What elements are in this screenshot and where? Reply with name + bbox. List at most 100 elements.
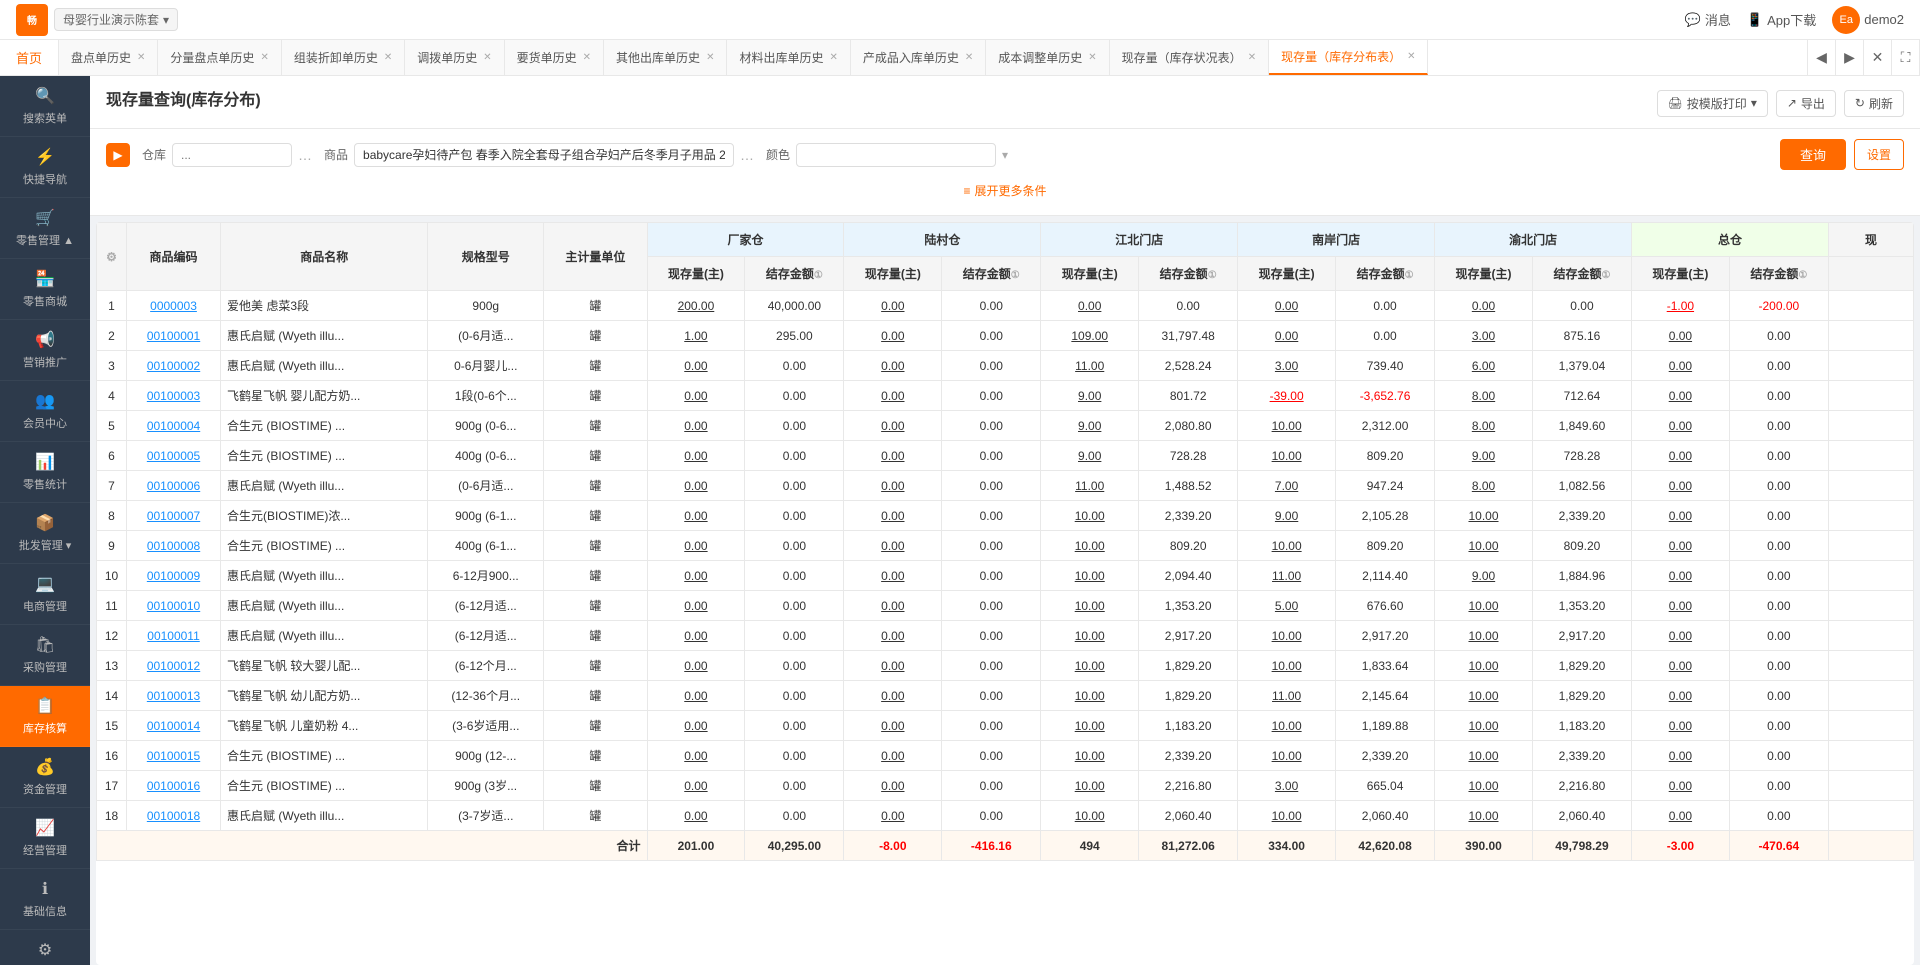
tab-diaobolan[interactable]: 调拨单历史 ✕: [405, 40, 504, 75]
cell-lucun-qty[interactable]: 0.00: [844, 531, 942, 561]
cell-jiangbei-qty[interactable]: 10.00: [1041, 501, 1139, 531]
cell-nanan-qty[interactable]: 9.00: [1238, 501, 1336, 531]
cell-yubei-qty[interactable]: 6.00: [1435, 351, 1533, 381]
tab-kucunzhuangkuang[interactable]: 现存量（库存状况表） ✕: [1110, 40, 1269, 75]
sidebar-item-ecommerce[interactable]: 💻 电商管理: [0, 564, 90, 625]
cell-nanan-qty[interactable]: 10.00: [1238, 741, 1336, 771]
cell-factory-qty[interactable]: 0.00: [647, 561, 745, 591]
sidebar-item-wholesale[interactable]: 📦 批发管理 ▾: [0, 503, 90, 564]
cell-nanan-qty[interactable]: 0.00: [1238, 321, 1336, 351]
cell-nanan-qty[interactable]: 11.00: [1238, 681, 1336, 711]
cell-total-qty[interactable]: 0.00: [1632, 621, 1730, 651]
sidebar-item-base-info[interactable]: ℹ 基础信息: [0, 869, 90, 930]
info-icon-1[interactable]: ①: [814, 270, 823, 281]
cell-total-qty[interactable]: 0.00: [1632, 741, 1730, 771]
cell-jiangbei-qty[interactable]: 10.00: [1041, 801, 1139, 831]
cell-lucun-qty[interactable]: 0.00: [844, 381, 942, 411]
sidebar-item-finance[interactable]: 💰 资金管理: [0, 747, 90, 808]
cell-factory-qty[interactable]: 0.00: [647, 681, 745, 711]
cell-factory-qty[interactable]: 0.00: [647, 651, 745, 681]
cell-nanan-qty[interactable]: 10.00: [1238, 711, 1336, 741]
cell-code[interactable]: 00100004: [127, 411, 221, 441]
cell-yubei-qty[interactable]: 8.00: [1435, 381, 1533, 411]
tab-next-btn[interactable]: ▶: [1836, 40, 1864, 76]
cell-factory-qty[interactable]: 0.00: [647, 531, 745, 561]
cell-nanan-qty[interactable]: 11.00: [1238, 561, 1336, 591]
cell-yubei-qty[interactable]: 10.00: [1435, 591, 1533, 621]
cell-jiangbei-qty[interactable]: 10.00: [1041, 741, 1139, 771]
sidebar-item-inventory[interactable]: 📋 库存核算: [0, 686, 90, 747]
info-icon-2[interactable]: ①: [1011, 270, 1020, 281]
sidebar-item-biz-mgmt[interactable]: 📈 经营管理: [0, 808, 90, 869]
cell-total-qty[interactable]: 0.00: [1632, 801, 1730, 831]
cell-factory-qty[interactable]: 0.00: [647, 711, 745, 741]
cell-lucun-qty[interactable]: 0.00: [844, 681, 942, 711]
cell-total-qty[interactable]: 0.00: [1632, 591, 1730, 621]
close-tab-chanchenpin[interactable]: ✕: [965, 52, 973, 63]
goods-input[interactable]: [354, 143, 734, 167]
tab-zuzhuang[interactable]: 组装折卸单历史 ✕: [282, 40, 405, 75]
tab-qitachuku[interactable]: 其他出库单历史 ✕: [604, 40, 727, 75]
sidebar-item-purchase[interactable]: 🛍 采购管理: [0, 625, 90, 686]
cell-code[interactable]: 00100003: [127, 381, 221, 411]
cell-nanan-qty[interactable]: 10.00: [1238, 531, 1336, 561]
cell-factory-qty[interactable]: 0.00: [647, 411, 745, 441]
cell-jiangbei-qty[interactable]: 0.00: [1041, 291, 1139, 321]
cell-factory-qty[interactable]: 200.00: [647, 291, 745, 321]
tab-cailiaochuku[interactable]: 材料出库单历史 ✕: [727, 40, 850, 75]
refresh-btn[interactable]: ↻ 刷新: [1844, 90, 1904, 117]
cell-jiangbei-qty[interactable]: 10.00: [1041, 561, 1139, 591]
cell-factory-qty[interactable]: 0.00: [647, 771, 745, 801]
cell-lucun-qty[interactable]: 0.00: [844, 501, 942, 531]
tab-prev-btn[interactable]: ◀: [1808, 40, 1836, 76]
cell-factory-qty[interactable]: 0.00: [647, 501, 745, 531]
cell-yubei-qty[interactable]: 9.00: [1435, 441, 1533, 471]
cell-code[interactable]: 00100016: [127, 771, 221, 801]
cell-lucun-qty[interactable]: 0.00: [844, 441, 942, 471]
warehouse-input[interactable]: [172, 143, 292, 167]
cell-lucun-qty[interactable]: 0.00: [844, 621, 942, 651]
close-tab-yaohuo[interactable]: ✕: [583, 52, 591, 63]
cell-nanan-qty[interactable]: 0.00: [1238, 291, 1336, 321]
cell-jiangbei-qty[interactable]: 10.00: [1041, 621, 1139, 651]
app-download-btn[interactable]: 📱 App下载: [1747, 10, 1816, 29]
cell-total-qty[interactable]: 0.00: [1632, 651, 1730, 681]
cell-code[interactable]: 00100001: [127, 321, 221, 351]
info-icon-3[interactable]: ①: [1208, 270, 1217, 281]
cell-nanan-qty[interactable]: 3.00: [1238, 351, 1336, 381]
cell-code[interactable]: 00100002: [127, 351, 221, 381]
cell-yubei-qty[interactable]: 10.00: [1435, 621, 1533, 651]
cell-jiangbei-qty[interactable]: 10.00: [1041, 771, 1139, 801]
cell-factory-qty[interactable]: 1.00: [647, 321, 745, 351]
sidebar-item-marketing[interactable]: 📢 营销推广: [0, 320, 90, 381]
cell-yubei-qty[interactable]: 10.00: [1435, 651, 1533, 681]
industry-selector[interactable]: 母婴行业演示陈套 ▾: [54, 8, 178, 31]
cell-lucun-qty[interactable]: 0.00: [844, 801, 942, 831]
cell-lucun-qty[interactable]: 0.00: [844, 471, 942, 501]
cell-yubei-qty[interactable]: 10.00: [1435, 501, 1533, 531]
cell-total-qty[interactable]: 0.00: [1632, 441, 1730, 471]
cell-jiangbei-qty[interactable]: 9.00: [1041, 411, 1139, 441]
cell-factory-qty[interactable]: 0.00: [647, 591, 745, 621]
cell-total-qty[interactable]: 0.00: [1632, 501, 1730, 531]
cell-jiangbei-qty[interactable]: 109.00: [1041, 321, 1139, 351]
cell-factory-qty[interactable]: 0.00: [647, 741, 745, 771]
close-tab-kucunzhuangkuang[interactable]: ✕: [1248, 52, 1256, 63]
info-icon-4[interactable]: ①: [1405, 270, 1414, 281]
cell-lucun-qty[interactable]: 0.00: [844, 651, 942, 681]
close-tab-fenliang[interactable]: ✕: [260, 52, 268, 63]
cell-code[interactable]: 0000003: [127, 291, 221, 321]
tab-pandiandan[interactable]: 盘点单历史 ✕: [59, 40, 158, 75]
tab-chengbentiaozhengs[interactable]: 成本调整单历史 ✕: [986, 40, 1109, 75]
close-tab-kucunfenbu[interactable]: ✕: [1407, 51, 1415, 62]
cell-total-qty[interactable]: 0.00: [1632, 561, 1730, 591]
cell-factory-qty[interactable]: 0.00: [647, 621, 745, 651]
info-icon-5[interactable]: ①: [1601, 270, 1610, 281]
cell-factory-qty[interactable]: 0.00: [647, 381, 745, 411]
tab-fenliang[interactable]: 分量盘点单历史 ✕: [158, 40, 281, 75]
cell-lucun-qty[interactable]: 0.00: [844, 771, 942, 801]
cell-code[interactable]: 00100013: [127, 681, 221, 711]
print-btn[interactable]: 🖨 按模版打印 ▾: [1657, 90, 1768, 117]
filter-toggle-btn[interactable]: ▶: [106, 143, 130, 167]
cell-lucun-qty[interactable]: 0.00: [844, 711, 942, 741]
